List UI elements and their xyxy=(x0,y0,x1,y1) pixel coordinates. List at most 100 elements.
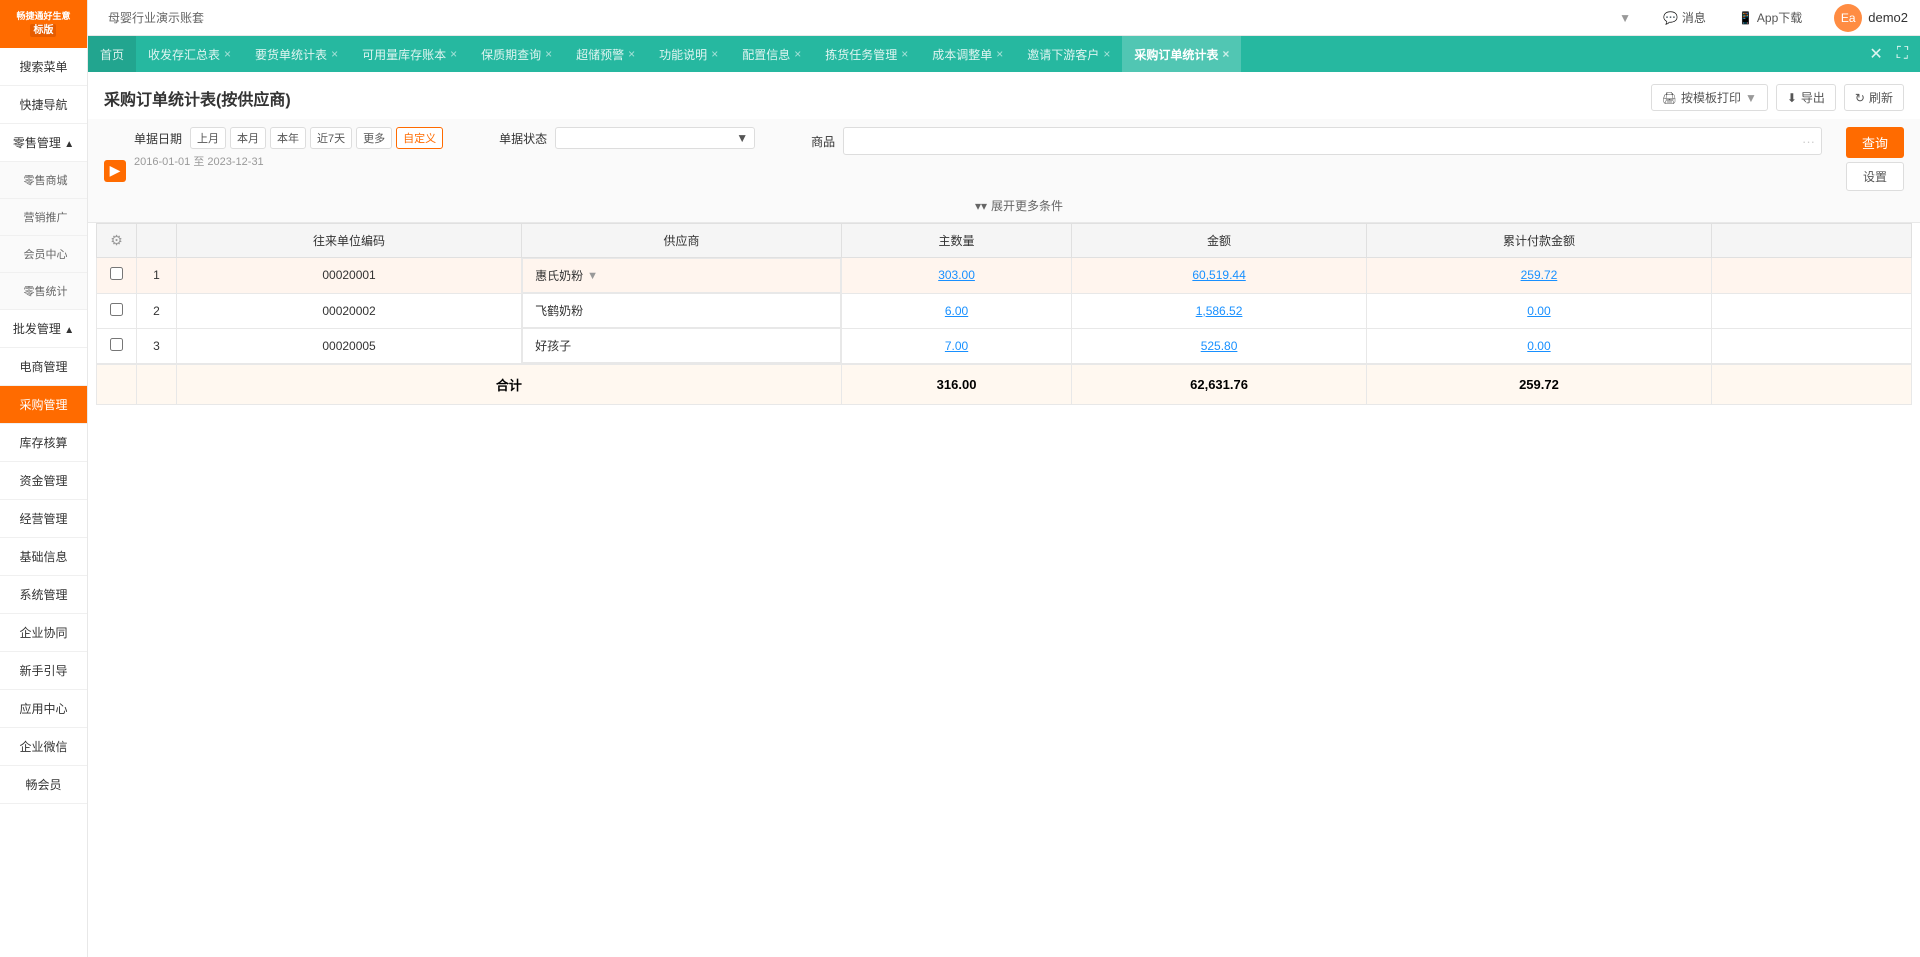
date-btn-this-year[interactable]: 本年 xyxy=(270,127,306,149)
filter-inner: 单据日期 上月 本月 本年 近7天 更多 自定义 2016-01-0 xyxy=(134,127,1904,214)
tab-close-shelf-life[interactable]: × xyxy=(545,47,552,61)
row-amount-1: 1,586.52 xyxy=(1072,293,1367,328)
sidebar-item-ecommerce[interactable]: 电商管理 xyxy=(0,348,87,386)
row-checkbox-1[interactable] xyxy=(110,303,123,316)
filter-row-1: 单据日期 上月 本月 本年 近7天 更多 自定义 2016-01-0 xyxy=(134,127,1904,191)
sidebar-item-quicknav[interactable]: 快捷导航 xyxy=(0,86,87,124)
sidebar-item-retail-shop[interactable]: 零售商城 xyxy=(0,162,87,199)
tab-collect-pay[interactable]: 收发存汇总表 × xyxy=(136,36,243,72)
tab-label-config: 配置信息 xyxy=(742,46,790,63)
tab-close-purchase-stat[interactable]: × xyxy=(1222,47,1229,61)
sidebar-item-finance[interactable]: 资金管理 xyxy=(0,462,87,500)
row-checkbox-0[interactable] xyxy=(110,267,123,280)
tab-close-config[interactable]: × xyxy=(794,47,801,61)
tab-config[interactable]: 配置信息 × xyxy=(730,36,813,72)
amount-link-2[interactable]: 525.80 xyxy=(1201,339,1238,353)
tab-order-stat[interactable]: 要货单统计表 × xyxy=(243,36,350,72)
product-search-icon: ··· xyxy=(1802,134,1815,149)
tab-func-desc[interactable]: 功能说明 × xyxy=(647,36,730,72)
avatar-initials: Ea xyxy=(1841,11,1856,25)
col-vendor-name: 供应商 xyxy=(522,224,842,258)
sidebar-item-operations[interactable]: 经营管理 xyxy=(0,500,87,538)
row-amount-2: 525.80 xyxy=(1072,328,1367,364)
table-settings-icon[interactable]: ⚙ xyxy=(110,232,123,248)
tab-close-func-desc[interactable]: × xyxy=(711,47,718,61)
close-tab-btn[interactable]: ✕ xyxy=(1865,42,1886,66)
tab-overstock[interactable]: 超储预警 × xyxy=(564,36,647,72)
username: demo2 xyxy=(1868,10,1908,25)
date-btn-custom[interactable]: 自定义 xyxy=(396,127,443,149)
qty-link-0[interactable]: 303.00 xyxy=(938,268,975,282)
amount-link-1[interactable]: 1,586.52 xyxy=(1196,304,1243,318)
paid-link-2[interactable]: 0.00 xyxy=(1527,339,1550,353)
print-button[interactable]: 🖨 按模板打印 ▼ xyxy=(1651,84,1768,111)
tab-close-available-inv[interactable]: × xyxy=(450,47,457,61)
sidebar-item-inventory[interactable]: 库存核算 xyxy=(0,424,87,462)
sidebar-item-system[interactable]: 系统管理 xyxy=(0,576,87,614)
expand-more-btn[interactable]: ▾▾ 展开更多条件 xyxy=(134,197,1904,214)
row-check-1[interactable] xyxy=(97,293,137,328)
amount-link-0[interactable]: 60,519.44 xyxy=(1192,268,1245,282)
top-bar-dropdown-icon[interactable]: ▼ xyxy=(1619,11,1631,25)
sidebar-item-marketing[interactable]: 营销推广 xyxy=(0,199,87,236)
sidebar-item-enterprise[interactable]: 企业协同 xyxy=(0,614,87,652)
date-btn-7days[interactable]: 近7天 xyxy=(310,127,352,149)
date-btn-last-month[interactable]: 上月 xyxy=(190,127,226,149)
refresh-icon: ↻ xyxy=(1855,91,1865,105)
sidebar-item-wholesale[interactable]: 批发管理 ▲ xyxy=(0,310,87,348)
toggle-filter-btn[interactable]: ▶ xyxy=(104,160,126,182)
export-label: 导出 xyxy=(1801,89,1825,106)
logo-line1: 畅捷通好生意 xyxy=(16,11,70,22)
sidebar-item-basic[interactable]: 基础信息 xyxy=(0,538,87,576)
tab-close-overstock[interactable]: × xyxy=(628,47,635,61)
tab-purchase-stat[interactable]: 采购订单统计表 × xyxy=(1122,36,1241,72)
sidebar-item-retail-stat[interactable]: 零售统计 xyxy=(0,273,87,310)
sidebar-item-member[interactable]: 会员中心 xyxy=(0,236,87,273)
tab-shelf-life[interactable]: 保质期查询 × xyxy=(469,36,564,72)
message-btn[interactable]: 💬 消息 xyxy=(1663,9,1706,26)
sidebar-item-vip[interactable]: 畅会员 xyxy=(0,766,87,804)
tab-close-collect-pay[interactable]: × xyxy=(224,47,231,61)
status-filter-group: 单据状态 ▼ xyxy=(499,127,755,149)
sidebar-item-purchase[interactable]: 采购管理 xyxy=(0,386,87,424)
maximize-btn[interactable]: ⛶ xyxy=(1893,43,1912,65)
tab-cost-adj[interactable]: 成本调整单 × xyxy=(920,36,1015,72)
sidebar-item-appcenter[interactable]: 应用中心 xyxy=(0,690,87,728)
tab-close-cost-adj[interactable]: × xyxy=(996,47,1003,61)
settings-button[interactable]: 设置 xyxy=(1846,162,1904,191)
app-download-btn[interactable]: 📱 App下载 xyxy=(1738,9,1802,26)
sidebar-item-newbie[interactable]: 新手引导 xyxy=(0,652,87,690)
tab-close-order-stat[interactable]: × xyxy=(331,47,338,61)
export-button[interactable]: ⬇ 导出 xyxy=(1776,84,1836,111)
row-check-2[interactable] xyxy=(97,328,137,364)
sidebar-item-search[interactable]: 搜索菜单 xyxy=(0,48,87,86)
expand-more-icon: ▾▾ xyxy=(975,199,987,213)
tab-home[interactable]: 首页 xyxy=(88,36,136,72)
date-btn-more[interactable]: 更多 xyxy=(356,127,392,149)
tab-close-pick-task[interactable]: × xyxy=(901,47,908,61)
tab-pick-task[interactable]: 拣货任务管理 × xyxy=(813,36,920,72)
footer-paid: 259.72 xyxy=(1366,364,1711,405)
col-qty: 主数量 xyxy=(841,224,1071,258)
paid-link-0[interactable]: 259.72 xyxy=(1521,268,1558,282)
row-checkbox-2[interactable] xyxy=(110,338,123,351)
qty-link-1[interactable]: 6.00 xyxy=(945,304,968,318)
sidebar-item-retail[interactable]: 零售管理 ▲ xyxy=(0,124,87,162)
sidebar-item-wechat[interactable]: 企业微信 xyxy=(0,728,87,766)
tab-available-inv[interactable]: 可用量库存账本 × xyxy=(350,36,469,72)
row-vendor-name-1: 飞鹤奶粉 xyxy=(522,293,841,328)
sidebar-label-basic: 基础信息 xyxy=(19,550,67,564)
date-btn-this-month[interactable]: 本月 xyxy=(230,127,266,149)
paid-link-1[interactable]: 0.00 xyxy=(1527,304,1550,318)
query-button[interactable]: 查询 xyxy=(1846,127,1904,158)
row-check-0[interactable] xyxy=(97,258,137,294)
qty-link-2[interactable]: 7.00 xyxy=(945,339,968,353)
page-actions: 🖨 按模板打印 ▼ ⬇ 导出 ↻ 刷新 xyxy=(1651,84,1904,111)
user-avatar[interactable]: Ea demo2 xyxy=(1834,4,1908,32)
product-input[interactable] xyxy=(850,131,1802,151)
tab-invite[interactable]: 邀请下游客户 × xyxy=(1015,36,1122,72)
refresh-button[interactable]: ↻ 刷新 xyxy=(1844,84,1904,111)
status-select[interactable]: ▼ xyxy=(555,127,755,149)
tab-close-invite[interactable]: × xyxy=(1103,47,1110,61)
vendor-dropdown-icon-0[interactable]: ▼ xyxy=(587,270,598,282)
